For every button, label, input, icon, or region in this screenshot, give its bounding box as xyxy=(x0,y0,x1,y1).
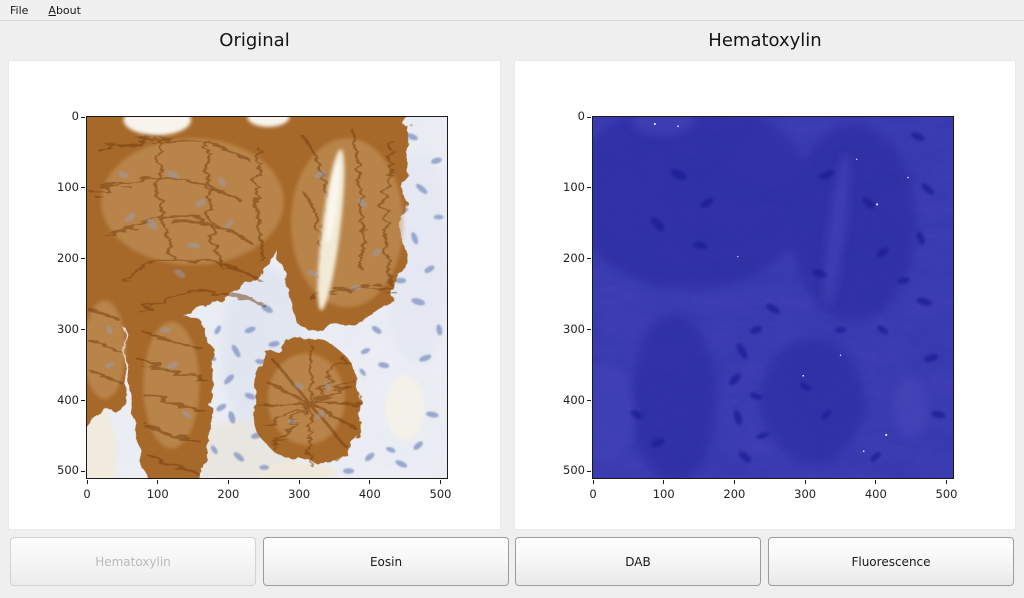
x-tick-mark xyxy=(946,480,948,484)
y-tick-label: 300 xyxy=(57,321,79,336)
y-tick-label: 400 xyxy=(57,392,79,407)
y-tick-mark xyxy=(81,470,85,472)
x-tick-label: 200 xyxy=(723,487,746,501)
y-tick-label: 100 xyxy=(57,179,79,194)
y-tick-label: 500 xyxy=(57,463,79,478)
button-fluorescence[interactable]: Fluorescence xyxy=(768,537,1014,586)
x-tick-label: 100 xyxy=(146,487,169,501)
x-tick-mark xyxy=(86,480,88,484)
y-tick-mark xyxy=(81,187,85,189)
y-tick-mark xyxy=(587,329,591,331)
hematoxylin-panel: 0 100 200 300 400 500 0 100 200 300 400 500 xyxy=(514,60,1016,530)
x-tick-mark xyxy=(592,480,594,484)
button-dab[interactable]: DAB xyxy=(515,537,761,586)
x-tick-label: 100 xyxy=(652,487,675,501)
y-tick-label: 0 xyxy=(577,109,585,123)
x-tick-label: 500 xyxy=(429,487,452,501)
menu-bar: File About xyxy=(0,0,1024,21)
x-tick-mark xyxy=(440,480,442,484)
x-tick-label: 300 xyxy=(794,487,817,501)
x-tick-label: 0 xyxy=(83,487,91,501)
x-tick-mark xyxy=(733,480,735,484)
original-title: Original xyxy=(219,30,290,51)
button-hematoxylin[interactable]: Hematoxylin xyxy=(10,537,256,586)
original-plot: 0 100 200 300 400 500 0 100 200 300 400 500 xyxy=(57,109,451,501)
y-tick-mark xyxy=(81,400,85,402)
hematoxylin-plot: 0 100 200 300 400 500 0 100 200 300 400 500 xyxy=(563,109,957,501)
y-tick-mark xyxy=(587,116,591,118)
x-tick-mark xyxy=(875,480,877,484)
button-eosin[interactable]: Eosin xyxy=(263,537,509,586)
menu-about[interactable]: About xyxy=(38,2,91,19)
y-tick-label: 0 xyxy=(71,109,79,123)
x-tick-mark xyxy=(369,480,371,484)
x-tick-label: 300 xyxy=(288,487,311,501)
y-tick-label: 200 xyxy=(57,250,79,265)
y-tick-mark xyxy=(587,400,591,402)
y-tick-mark xyxy=(81,116,85,118)
x-tick-mark xyxy=(804,480,806,484)
y-tick-mark xyxy=(587,187,591,189)
y-tick-label: 100 xyxy=(563,179,585,194)
x-tick-mark xyxy=(663,480,665,484)
x-tick-label: 500 xyxy=(935,487,958,501)
original-panel: 0 100 200 300 400 500 0 100 200 300 400 500 xyxy=(8,60,501,530)
y-tick-label: 400 xyxy=(563,392,585,407)
x-tick-label: 400 xyxy=(358,487,381,501)
x-tick-label: 200 xyxy=(217,487,240,501)
y-tick-label: 200 xyxy=(563,250,585,265)
y-tick-mark xyxy=(587,470,591,472)
menu-file[interactable]: File xyxy=(0,2,38,19)
y-tick-mark xyxy=(587,258,591,260)
y-tick-mark xyxy=(81,258,85,260)
y-tick-mark xyxy=(81,329,85,331)
menu-about-rest: bout xyxy=(55,3,81,17)
x-tick-mark xyxy=(157,480,159,484)
hematoxylin-image xyxy=(593,117,953,478)
x-tick-mark xyxy=(227,480,229,484)
x-tick-label: 400 xyxy=(864,487,887,501)
y-tick-label: 500 xyxy=(563,463,585,478)
hematoxylin-title: Hematoxylin xyxy=(708,30,822,51)
y-tick-label: 300 xyxy=(563,321,585,336)
x-tick-label: 0 xyxy=(589,487,597,501)
x-tick-mark xyxy=(298,480,300,484)
menu-about-accel: A xyxy=(48,3,56,17)
original-image xyxy=(87,117,447,478)
